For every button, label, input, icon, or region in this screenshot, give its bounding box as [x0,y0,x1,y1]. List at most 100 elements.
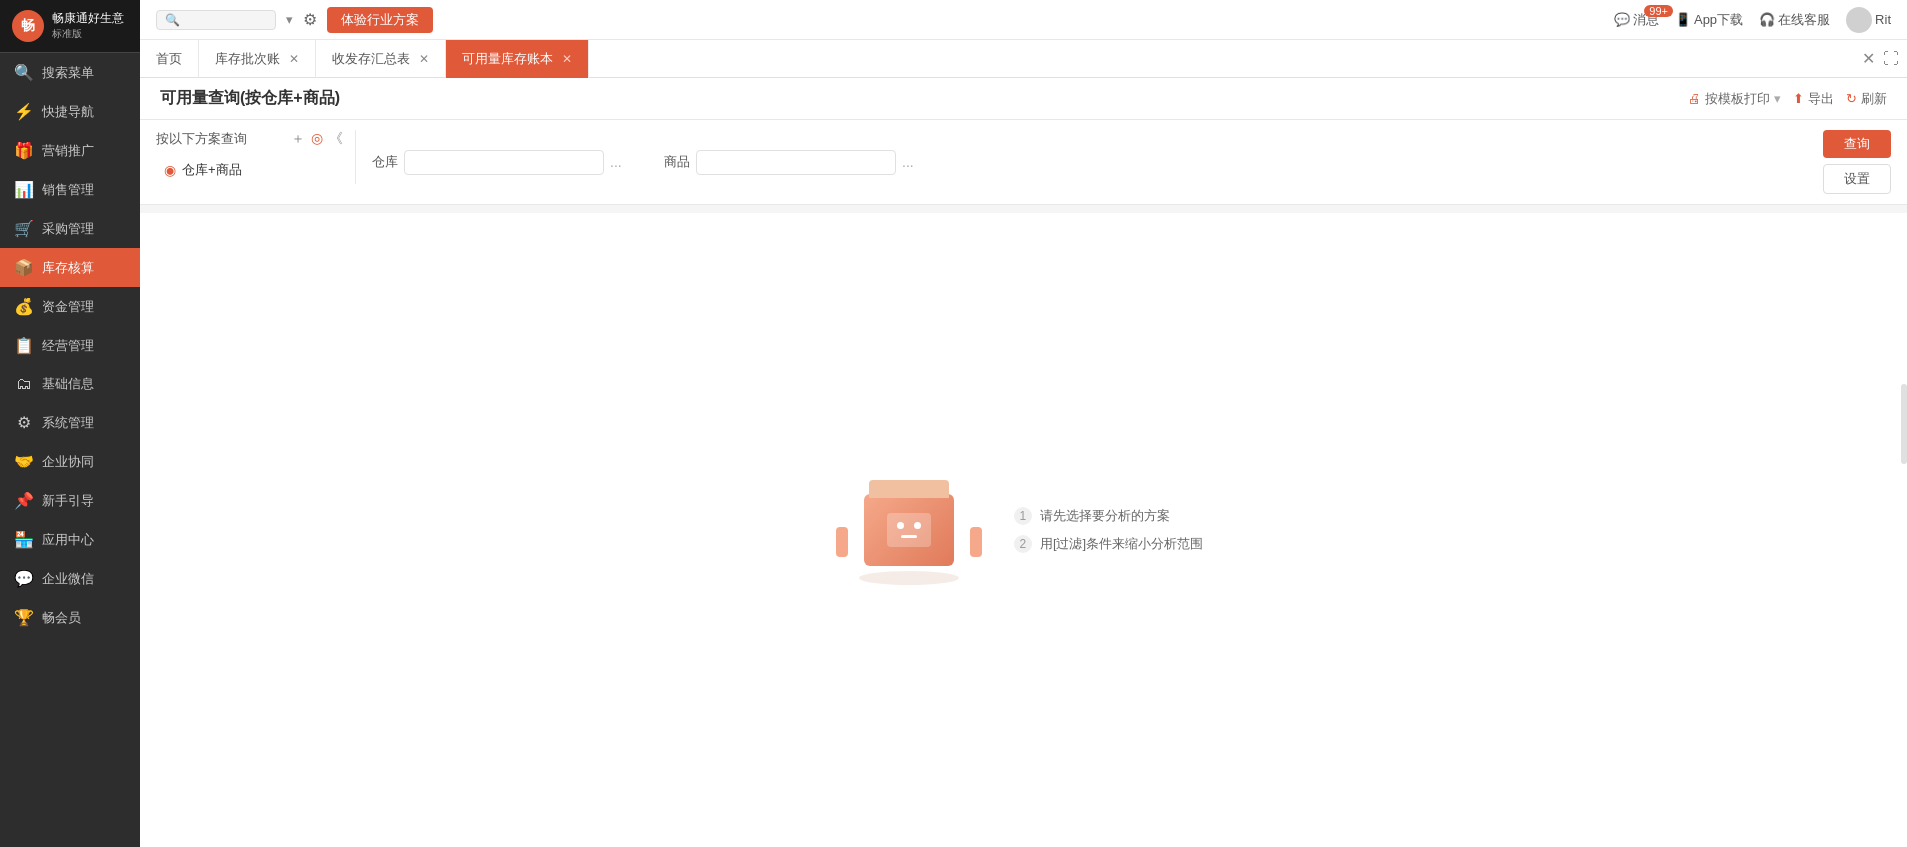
warehouse-input[interactable] [404,150,604,175]
tab-recv-ledger[interactable]: 收发存汇总表 ✕ [316,40,446,78]
page-header: 可用量查询(按仓库+商品) 🖨 按模板打印 ▾ ⬆ 导出 ↻ 刷新 [140,78,1907,120]
goods-more-icon[interactable]: ... [902,154,914,170]
filter-scheme-title: 按以下方案查询 ＋ ◎ 《 [156,130,343,148]
system-icon: ⚙ [14,413,34,432]
finance-icon: 💰 [14,297,34,316]
filter-action-buttons: 查询 设置 [1823,130,1891,194]
print-button[interactable]: 🖨 按模板打印 ▾ [1688,90,1781,108]
basic-icon: 🗂 [14,375,34,393]
tab-close-recv-ledger[interactable]: ✕ [419,52,429,66]
sidebar-item-marketing[interactable]: 🎁 营销推广 [0,131,140,170]
content-area: 可用量查询(按仓库+商品) 🖨 按模板打印 ▾ ⬆ 导出 ↻ 刷新 [140,78,1907,847]
filter-fields: 仓库 ... 商品 ... 查询 设置 [356,130,1891,194]
empty-inner: 1 请先选择要分析的方案 2 用[过滤]条件来缩小分析范围 [844,465,1203,595]
wxwork-icon: 💬 [14,569,34,588]
search-input[interactable] [184,13,264,27]
online-service-button[interactable]: 🎧 在线客服 [1759,11,1830,29]
settings-scheme-icon[interactable]: ◎ [311,130,323,148]
logo-icon: 畅 [12,10,44,42]
sidebar-item-appcenter[interactable]: 🏪 应用中心 [0,520,140,559]
empty-hint-1: 1 请先选择要分析的方案 [1014,507,1203,525]
topbar: 🔍 ▾ ⚙ 体验行业方案 💬 消息 99+ 📱 App下载 🎧 在线客服 Rit [140,0,1907,40]
topbar-right: 💬 消息 99+ 📱 App下载 🎧 在线客服 Rit [1614,7,1891,33]
refresh-button[interactable]: ↻ 刷新 [1846,90,1887,108]
query-button[interactable]: 查询 [1823,130,1891,158]
phone-icon: 📱 [1675,12,1691,27]
tab-bar: 首页 库存批次账 ✕ 收发存汇总表 ✕ 可用量库存账本 ✕ ✕ ⛶ [140,40,1907,78]
topbar-dropdown-arrow[interactable]: ▾ [286,12,293,27]
sidebar: 畅 畅康通好生意 标准版 🔍 搜索菜单 ⚡ 快捷导航 🎁 营销推广 📊 销售管理… [0,0,140,847]
add-scheme-icon[interactable]: ＋ [291,130,305,148]
appcenter-icon: 🏪 [14,530,34,549]
filter-panel: 按以下方案查询 ＋ ◎ 《 ◉ 仓库+商品 仓库 ... [140,120,1907,205]
topbar-search-box[interactable]: 🔍 [156,10,276,30]
sidebar-item-newuser[interactable]: 📌 新手引导 [0,481,140,520]
scheme-warehouse-goods[interactable]: ◉ 仓库+商品 [156,156,343,184]
sidebar-item-system[interactable]: ⚙ 系统管理 [0,403,140,442]
goods-input[interactable] [696,150,896,175]
enterprise-icon: 🤝 [14,452,34,471]
sales-icon: 📊 [14,180,34,199]
tab-batch-ledger[interactable]: 库存批次账 ✕ [199,40,316,78]
sidebar-item-search[interactable]: 🔍 搜索菜单 [0,53,140,92]
inventory-icon: 📦 [14,258,34,277]
empty-illustration [844,465,974,595]
sidebar-item-enterprise[interactable]: 🤝 企业协同 [0,442,140,481]
headset-icon: 🎧 [1759,12,1775,27]
collapse-scheme-icon[interactable]: 《 [329,130,343,148]
filter-scheme-panel: 按以下方案查询 ＋ ◎ 《 ◉ 仓库+商品 [156,130,356,184]
sidebar-item-member[interactable]: 🏆 畅会员 [0,598,140,637]
scheme-icon: ◉ [164,162,176,178]
tab-available-ledger[interactable]: 可用量库存账本 ✕ [446,40,589,78]
empty-text-area: 1 请先选择要分析的方案 2 用[过滤]条件来缩小分析范围 [1014,507,1203,553]
app-download-button[interactable]: 📱 App下载 [1675,11,1743,29]
sidebar-item-basic[interactable]: 🗂 基础信息 [0,365,140,403]
sidebar-item-quick-nav[interactable]: ⚡ 快捷导航 [0,92,140,131]
sidebar-item-sales[interactable]: 📊 销售管理 [0,170,140,209]
trial-industry-button[interactable]: 体验行业方案 [327,7,433,33]
page-title: 可用量查询(按仓库+商品) [160,88,340,109]
sidebar-logo: 畅 畅康通好生意 标准版 [0,0,140,53]
goods-field: 商品 ... [664,150,944,175]
search-icon: 🔍 [14,63,34,82]
purchase-icon: 🛒 [14,219,34,238]
sidebar-item-wxwork[interactable]: 💬 企业微信 [0,559,140,598]
user-menu[interactable]: Rit [1846,7,1891,33]
main-area: 🔍 ▾ ⚙ 体验行业方案 💬 消息 99+ 📱 App下载 🎧 在线客服 Rit [140,0,1907,847]
warehouse-field: 仓库 ... [372,150,652,175]
export-icon: ⬆ [1793,91,1804,106]
member-icon: 🏆 [14,608,34,627]
scroll-indicator[interactable] [1901,384,1907,464]
refresh-icon: ↻ [1846,91,1857,106]
expand-tab-button[interactable]: ⛶ [1883,50,1899,68]
tab-close-batch-ledger[interactable]: ✕ [289,52,299,66]
page-header-actions: 🖨 按模板打印 ▾ ⬆ 导出 ↻ 刷新 [1688,90,1887,108]
sidebar-item-purchase[interactable]: 🛒 采购管理 [0,209,140,248]
settings-button[interactable]: 设置 [1823,164,1891,194]
empty-state: 1 请先选择要分析的方案 2 用[过滤]条件来缩小分析范围 [140,213,1907,847]
operations-icon: 📋 [14,336,34,355]
filter-scheme-actions: ＋ ◎ 《 [291,130,343,148]
print-dropdown-icon[interactable]: ▾ [1774,91,1781,106]
logo-text: 畅康通好生意 标准版 [52,11,124,41]
marketing-icon: 🎁 [14,141,34,160]
newuser-icon: 📌 [14,491,34,510]
gear-icon[interactable]: ⚙ [303,10,317,29]
print-icon: 🖨 [1688,91,1701,106]
empty-hint-2: 2 用[过滤]条件来缩小分析范围 [1014,535,1203,553]
export-button[interactable]: ⬆ 导出 [1793,90,1834,108]
tabbar-controls: ✕ ⛶ [1854,49,1907,68]
avatar [1846,7,1872,33]
sidebar-item-operations[interactable]: 📋 经营管理 [0,326,140,365]
tab-close-available-ledger[interactable]: ✕ [562,52,572,66]
message-button[interactable]: 💬 消息 99+ [1614,11,1659,29]
sidebar-nav: 🔍 搜索菜单 ⚡ 快捷导航 🎁 营销推广 📊 销售管理 🛒 采购管理 📦 库存核… [0,53,140,847]
tab-home[interactable]: 首页 [140,40,199,78]
search-icon: 🔍 [165,13,180,27]
close-tab-button[interactable]: ✕ [1862,49,1875,68]
sidebar-item-finance[interactable]: 💰 资金管理 [0,287,140,326]
quick-nav-icon: ⚡ [14,102,34,121]
sidebar-item-inventory[interactable]: 📦 库存核算 [0,248,140,287]
message-icon: 💬 [1614,12,1630,27]
warehouse-more-icon[interactable]: ... [610,154,622,170]
